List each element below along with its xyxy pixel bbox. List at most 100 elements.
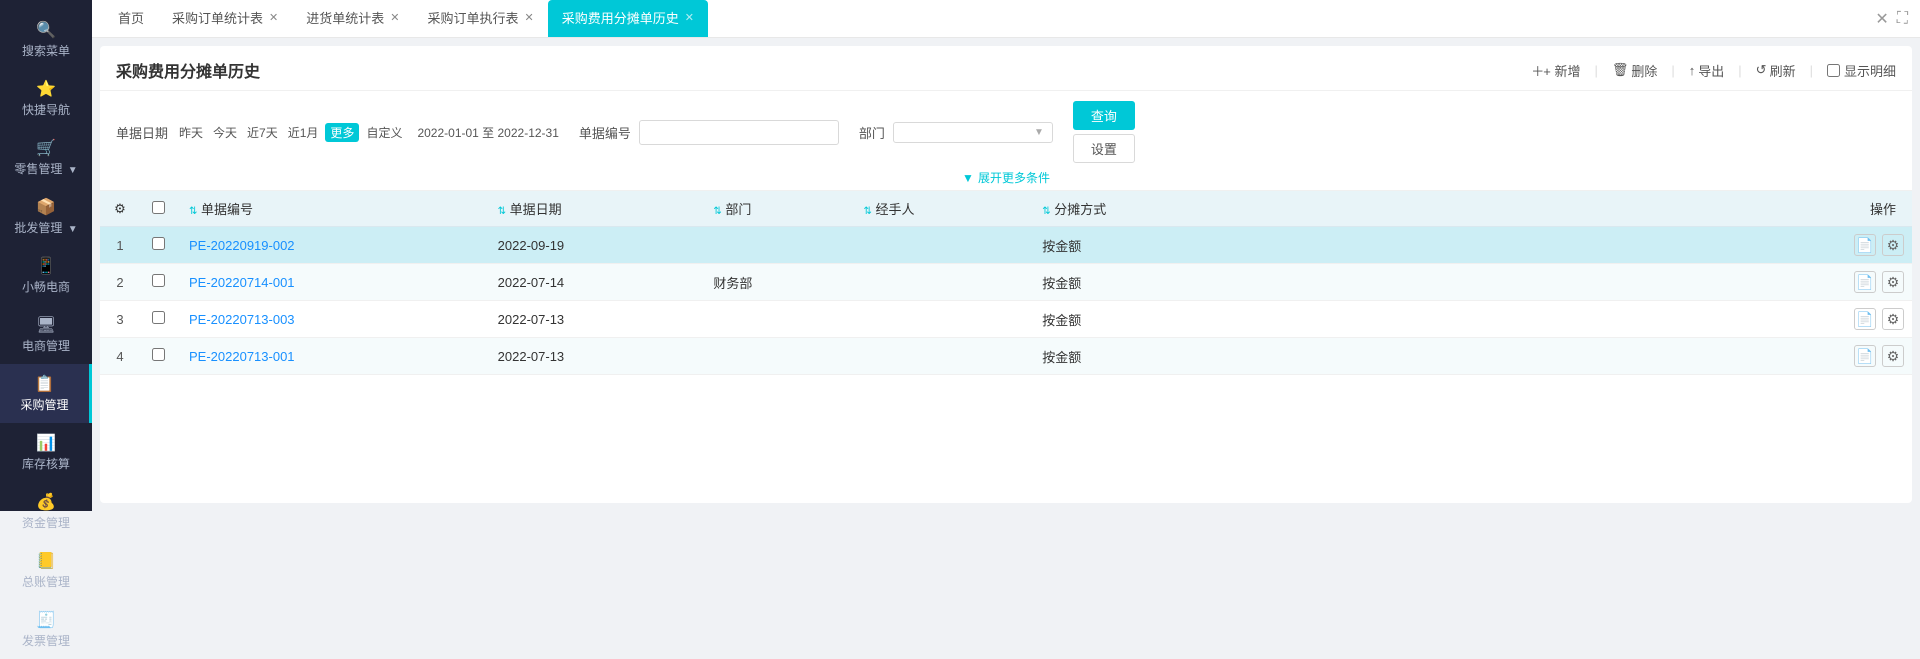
sidebar-item-retail[interactable]: 🛒 零售管理 ▼ [0, 128, 92, 187]
show-cols-toggle[interactable]: 显示明细 [1827, 61, 1896, 80]
date-range-display: 2022-01-01 至 2022-12-31 [417, 124, 558, 141]
col-split-method[interactable]: ⇅ 分摊方式 [1030, 191, 1745, 227]
row-checkbox-cell[interactable] [140, 301, 177, 338]
sort-icon: ⇅ [713, 206, 721, 217]
sidebar-item-search[interactable]: 🔍 搜索菜单 [0, 10, 92, 69]
table-row: 4 PE-20220713-001 2022-07-13 按金额 📄 ⚙ [100, 338, 1912, 375]
handler-cell [851, 264, 1030, 301]
row-num-cell: 2 [100, 264, 140, 301]
doc-no-label: 单据编号 [579, 123, 631, 142]
show-cols-checkbox[interactable] [1827, 64, 1840, 77]
tab-close-goods-receipt-stats[interactable]: ✕ [390, 11, 399, 24]
doc-no-link[interactable]: PE-20220714-001 [189, 275, 295, 290]
col-doc-date[interactable]: ⇅ 单据日期 [486, 191, 702, 227]
tab-close-purchase-order-exec[interactable]: ✕ [525, 11, 534, 24]
filter-area: 单据日期 昨天 今天 近7天 近1月 更多 自定义 2022-01-01 至 2… [100, 91, 1912, 191]
handler-cell [851, 227, 1030, 264]
row-checkbox[interactable] [152, 311, 165, 324]
chevron-down-icon: ▼ [68, 165, 78, 176]
sidebar-item-miniapp[interactable]: 📱 小畅电商 [0, 246, 92, 305]
tab-goods-receipt-stats[interactable]: 进货单统计表 ✕ [292, 0, 413, 37]
tab-close-purchase-order-stats[interactable]: ✕ [269, 11, 278, 24]
purchase-icon: 📋 [4, 374, 85, 394]
row-checkbox-cell[interactable] [140, 227, 177, 264]
sidebar-item-wholesale[interactable]: 📦 批发管理 ▼ [0, 187, 92, 246]
dept-cell [701, 227, 851, 264]
action-cell: 📄 ⚙ [1745, 264, 1912, 301]
ecommerce-icon: 🖥 [4, 315, 88, 335]
filter-row: 单据日期 昨天 今天 近7天 近1月 更多 自定义 2022-01-01 至 2… [116, 101, 1896, 163]
col-handler[interactable]: ⇅ 经手人 [851, 191, 1030, 227]
sidebar-item-inventory[interactable]: 📊 库存核算 [0, 423, 92, 482]
more-ops-icon[interactable]: ⚙ [1882, 345, 1904, 367]
add-button[interactable]: ＋ + 新增 [1531, 61, 1580, 80]
delete-button[interactable]: 🗑 删除 [1612, 61, 1658, 80]
doc-date-cell: 2022-07-14 [486, 264, 702, 301]
tab-purchase-fee-history[interactable]: 采购费用分摊单历史 ✕ [548, 0, 708, 37]
col-checkbox [140, 191, 177, 227]
select-all-checkbox[interactable] [152, 201, 165, 214]
tab-purchase-order-stats[interactable]: 采购订单统计表 ✕ [158, 0, 292, 37]
more-ops-icon[interactable]: ⚙ [1882, 308, 1904, 330]
refresh-button[interactable]: ↺ 刷新 [1756, 61, 1796, 80]
chevron-down-icon: ▼ [68, 224, 78, 235]
setting-button[interactable]: 设置 [1073, 134, 1135, 163]
sidebar-item-shortcut[interactable]: ⭐ 快捷导航 [0, 69, 92, 128]
doc-no-link[interactable]: PE-20220713-003 [189, 312, 295, 327]
tab-purchase-order-exec[interactable]: 采购订单执行表 ✕ [413, 0, 547, 37]
doc-date-cell: 2022-07-13 [486, 301, 702, 338]
tab-close-purchase-fee-history[interactable]: ✕ [685, 11, 694, 24]
tab-home[interactable]: 首页 [104, 0, 158, 37]
row-num-cell: 3 [100, 301, 140, 338]
doc-no-link[interactable]: PE-20220919-002 [189, 238, 295, 253]
sidebar-item-accounting[interactable]: 📒 总账管理 [0, 541, 92, 600]
finance-icon: 💰 [4, 492, 88, 512]
shortcut-yesterday[interactable]: 昨天 [176, 123, 206, 142]
query-button[interactable]: 查询 [1073, 101, 1135, 130]
shortcut-more[interactable]: 更多 [325, 123, 359, 142]
sidebar-item-purchase[interactable]: 📋 采购管理 [0, 364, 92, 423]
chevron-down-icon: ▼ [1034, 127, 1044, 138]
expand-more-btn[interactable]: ▼ 展开更多条件 [116, 169, 1896, 186]
shortcut-icon: ⭐ [4, 79, 88, 99]
table-area: ⚙ ⇅ 单据编号 ⇅ 单据日期 ⇅ [100, 191, 1912, 503]
doc-no-input[interactable] [639, 120, 839, 145]
doc-date-cell: 2022-09-19 [486, 227, 702, 264]
row-checkbox-cell[interactable] [140, 338, 177, 375]
col-doc-no[interactable]: ⇅ 单据编号 [177, 191, 486, 227]
view-icon[interactable]: 📄 [1854, 345, 1876, 367]
doc-no-cell: PE-20220713-001 [177, 338, 486, 375]
chevron-down-icon: ▼ [962, 171, 974, 185]
sidebar-item-ecommerce[interactable]: 🖥 电商管理 [0, 305, 92, 364]
dept-select[interactable]: ▼ [893, 122, 1053, 143]
export-button[interactable]: ↑ 导出 [1689, 61, 1725, 80]
more-ops-icon[interactable]: ⚙ [1882, 271, 1904, 293]
shortcut-custom[interactable]: 自定义 [363, 123, 405, 142]
handler-cell [851, 338, 1030, 375]
view-icon[interactable]: 📄 [1854, 308, 1876, 330]
row-checkbox-cell[interactable] [140, 264, 177, 301]
maximize-window-icon[interactable]: ⛶ [1897, 10, 1908, 28]
doc-no-cell: PE-20220919-002 [177, 227, 486, 264]
doc-no-link[interactable]: PE-20220713-001 [189, 349, 295, 364]
sidebar-item-invoice[interactable]: 🧾 发票管理 [0, 600, 92, 659]
action-cell: 📄 ⚙ [1745, 227, 1912, 264]
col-dept[interactable]: ⇅ 部门 [701, 191, 851, 227]
shortcut-1month[interactable]: 近1月 [285, 123, 322, 142]
col-settings[interactable]: ⚙ [100, 191, 140, 227]
doc-date-cell: 2022-07-13 [486, 338, 702, 375]
row-checkbox[interactable] [152, 237, 165, 250]
view-icon[interactable]: 📄 [1854, 271, 1876, 293]
col-action: 操作 [1745, 191, 1912, 227]
view-icon[interactable]: 📄 [1854, 234, 1876, 256]
date-shortcuts: 昨天 今天 近7天 近1月 更多 自定义 [176, 123, 405, 142]
row-checkbox[interactable] [152, 274, 165, 287]
table-row: 3 PE-20220713-003 2022-07-13 按金额 📄 ⚙ [100, 301, 1912, 338]
sidebar-item-finance[interactable]: 💰 资金管理 [0, 482, 92, 541]
handler-cell [851, 301, 1030, 338]
shortcut-today[interactable]: 今天 [210, 123, 240, 142]
row-checkbox[interactable] [152, 348, 165, 361]
shortcut-7days[interactable]: 近7天 [244, 123, 281, 142]
more-ops-icon[interactable]: ⚙ [1882, 234, 1904, 256]
close-window-icon[interactable]: ✕ [1875, 9, 1888, 29]
